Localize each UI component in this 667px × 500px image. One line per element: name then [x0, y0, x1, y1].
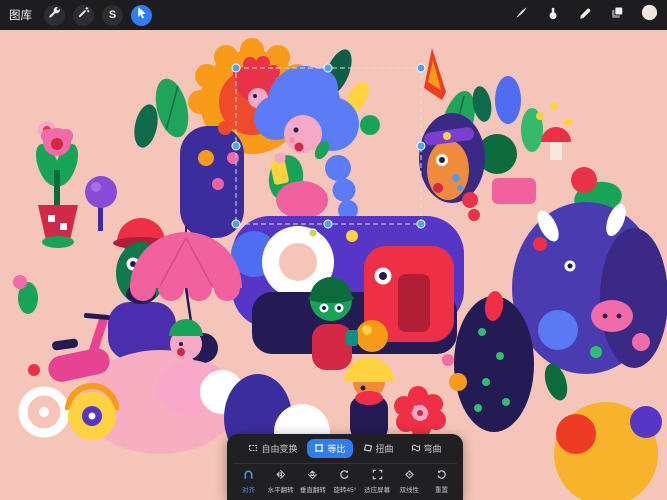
action-label: 对齐: [242, 484, 255, 494]
selection-s-icon: S: [109, 10, 116, 21]
action-label: 旋转45°: [334, 484, 357, 494]
smudge-finger-icon: [546, 6, 560, 25]
top-toolbar: 图库 S: [0, 0, 667, 30]
wrench-icon: [48, 6, 61, 24]
flip-horizontal-icon: [275, 469, 286, 482]
action-label: 垂直翻转: [300, 484, 326, 494]
transform-actions-row: 对齐 水平翻转 垂直翻转 旋转45° 适应屏幕: [233, 463, 457, 494]
action-flip-horizontal[interactable]: 水平翻转: [265, 469, 296, 494]
eraser-button[interactable]: [576, 6, 594, 24]
uniform-icon: [314, 443, 324, 455]
interpolation-icon: [404, 469, 415, 482]
selection-button[interactable]: S: [102, 5, 123, 26]
layers-icon: [610, 5, 625, 25]
action-fit-screen[interactable]: 适应屏幕: [362, 469, 393, 494]
magic-wand-icon: [77, 6, 90, 24]
mode-label: 自由变换: [261, 442, 297, 455]
adjustments-button[interactable]: [73, 5, 94, 26]
selection-pivot-node[interactable]: [309, 229, 317, 237]
canvas-artwork: [0, 30, 667, 500]
action-interpolation[interactable]: 双线性: [394, 469, 425, 494]
mode-label: 等比: [327, 442, 345, 455]
transform-panel: 自由变换 等比 扭曲 弯曲 对齐: [227, 434, 463, 500]
action-label: 双线性: [400, 484, 420, 494]
rotate-45-icon: [339, 469, 350, 482]
mode-distort[interactable]: 扭曲: [356, 439, 401, 458]
reset-icon: [436, 469, 447, 482]
transform-arrow-icon: [135, 6, 148, 24]
action-snapping[interactable]: 对齐: [233, 469, 264, 494]
flip-vertical-icon: [307, 469, 318, 482]
warp-icon: [411, 443, 421, 455]
action-reset[interactable]: 重置: [426, 469, 457, 494]
color-disc-icon: [641, 4, 658, 26]
distort-icon: [363, 443, 373, 455]
brush-button[interactable]: [512, 6, 530, 24]
transform-mode-segment: 自由变换 等比 扭曲 弯曲: [233, 439, 457, 458]
mode-warp[interactable]: 弯曲: [404, 439, 449, 458]
action-label: 水平翻转: [268, 484, 294, 494]
actions-button[interactable]: [44, 5, 65, 26]
right-tool-group: [512, 6, 658, 24]
action-label: 适应屏幕: [364, 484, 390, 494]
mode-label: 弯曲: [424, 442, 442, 455]
action-label: 重置: [435, 484, 448, 494]
color-button[interactable]: [640, 6, 658, 24]
smudge-button[interactable]: [544, 6, 562, 24]
canvas[interactable]: [0, 30, 667, 500]
layers-button[interactable]: [608, 6, 626, 24]
freeform-icon: [248, 443, 258, 455]
action-flip-vertical[interactable]: 垂直翻转: [297, 469, 328, 494]
mode-uniform[interactable]: 等比: [307, 439, 352, 458]
mode-freeform[interactable]: 自由变换: [241, 439, 304, 458]
fit-screen-icon: [372, 469, 383, 482]
snapping-magnet-icon: [243, 469, 254, 482]
brush-stroke-icon: [514, 5, 529, 25]
eraser-icon: [578, 5, 593, 25]
gallery-button[interactable]: 图库: [9, 7, 32, 23]
left-tool-group: S: [44, 5, 152, 26]
transform-button[interactable]: [131, 5, 152, 26]
mode-label: 扭曲: [376, 442, 394, 455]
action-rotate-45[interactable]: 旋转45°: [329, 469, 360, 494]
